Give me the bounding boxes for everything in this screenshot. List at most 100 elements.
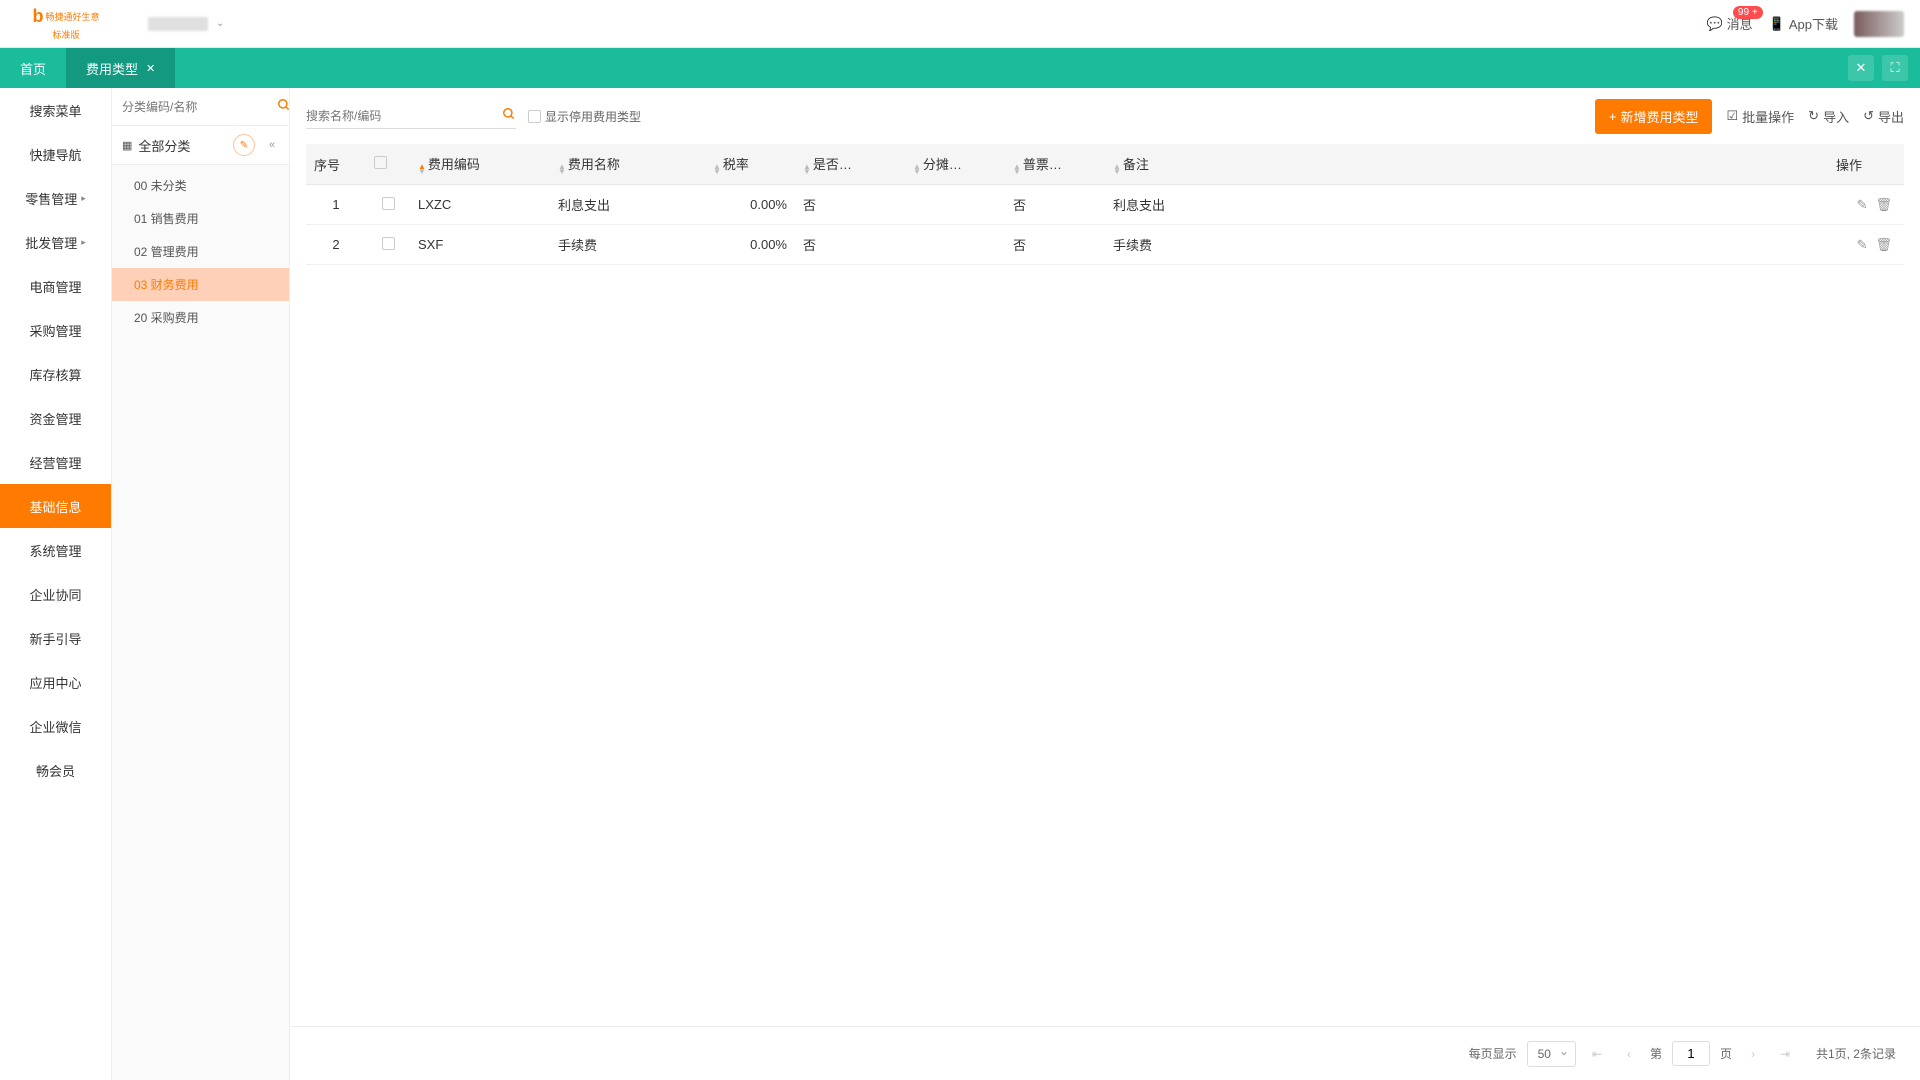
cell-checkbox[interactable] [366,185,410,225]
app-download-button[interactable]: 📱 App下载 [1769,14,1838,33]
search-icon[interactable] [277,98,291,115]
expense-table: 序号 ▲▼费用编码 ▲▼费用名称 ▲▼税率 ▲▼是否… ▲▼分摊… ▲▼普票… … [306,144,1904,265]
checkbox-icon [382,237,395,250]
th-remark[interactable]: ▲▼备注 [1105,144,1794,185]
th-rate[interactable]: ▲▼税率 [705,144,795,185]
nav-item[interactable]: 电商管理 [0,264,111,308]
tab-bar: 首页 费用类型 ✕ ✕ ⛶ [0,48,1920,88]
collapse-panel-button[interactable]: « [265,134,279,156]
nav-item[interactable]: 基础信息 [0,484,111,528]
nav-item[interactable]: 采购管理 [0,308,111,352]
chat-icon: 💬 [1706,16,1722,32]
cell-rate: 0.00% [705,185,795,225]
search-input[interactable] [306,109,502,123]
th-name[interactable]: ▲▼费用名称 [550,144,705,185]
th-seq[interactable]: 序号 [306,144,366,185]
cell-code: SXF [410,225,550,265]
page-suffix: 页 [1720,1045,1732,1062]
th-bool-label: 是否… [813,157,852,172]
import-button[interactable]: ↻ 导入 [1808,107,1849,126]
category-item[interactable]: 00 未分类 [112,169,289,202]
nav-item-label: 电商管理 [29,277,81,296]
cell-remark: 手续费 [1105,225,1794,265]
chevron-down-icon: ⌄ [216,18,224,29]
all-categories-label[interactable]: 全部分类 [138,136,190,155]
nav-item[interactable]: 快捷导航 [0,132,111,176]
prev-page-button[interactable]: ‹ [1618,1043,1640,1065]
nav-item[interactable]: 应用中心 [0,660,111,704]
th-rate-label: 税率 [723,157,749,172]
trash-icon: 🗑 [1875,237,1892,252]
nav-item[interactable]: 资金管理 [0,396,111,440]
tab-close-icon[interactable]: ✕ [146,62,155,75]
cell-ops: ✎🗑 [1794,225,1904,265]
checkbox-icon [528,110,541,123]
cell-checkbox[interactable] [366,225,410,265]
messages-button[interactable]: 💬 消息 99 + [1706,14,1752,33]
nav-item[interactable]: 库存核算 [0,352,111,396]
last-page-button[interactable]: ⇥ [1774,1043,1796,1065]
delete-row-button[interactable]: 🗑 [1875,237,1892,252]
edit-row-button[interactable]: ✎ [1857,197,1868,212]
company-selector[interactable]: ⌄ [136,11,236,37]
nav-item-label: 快捷导航 [29,145,81,164]
sort-icon: ▲▼ [713,164,721,174]
fullscreen-icon: ⛶ [1890,60,1899,76]
show-disabled-checkbox[interactable]: 显示停用费用类型 [528,108,641,125]
first-page-button[interactable]: ⇤ [1586,1043,1608,1065]
nav-item-label: 企业协同 [29,585,81,604]
nav-item[interactable]: 畅会员 [0,748,111,792]
page-input[interactable] [1672,1041,1710,1066]
delete-row-button[interactable]: 🗑 [1875,197,1892,212]
th-pupiao[interactable]: ▲▼普票… [1005,144,1105,185]
category-item[interactable]: 03 财务费用 [112,268,289,301]
tab-expense-type-label: 费用类型 [86,59,138,78]
next-page-button[interactable]: › [1742,1043,1764,1065]
nav-item[interactable]: 新手引导 [0,616,111,660]
batch-operation-button[interactable]: ☑ 批量操作 [1726,107,1794,126]
edit-row-button[interactable]: ✎ [1857,237,1868,252]
category-search-input[interactable] [122,100,277,114]
category-item[interactable]: 01 销售费用 [112,202,289,235]
next-icon: › [1751,1047,1755,1061]
per-page-select[interactable]: 50 [1527,1041,1576,1067]
nav-item[interactable]: 批发管理▸ [0,220,111,264]
top-header: b 畅捷通好生意 标准版 ⌄ 💬 消息 99 + 📱 App下载 [0,0,1920,48]
nav-item[interactable]: 企业微信 [0,704,111,748]
nav-item[interactable]: 企业协同 [0,572,111,616]
th-bool[interactable]: ▲▼是否… [795,144,905,185]
nav-item[interactable]: 系统管理 [0,528,111,572]
th-name-label: 费用名称 [568,157,620,172]
close-tabs-button[interactable]: ✕ [1848,55,1874,81]
category-item[interactable]: 20 采购费用 [112,301,289,334]
search-icon[interactable] [502,107,516,124]
user-avatar[interactable] [1854,11,1904,37]
cell-remark: 利息支出 [1105,185,1794,225]
sort-icon: ▲▼ [1013,164,1021,174]
nav-item[interactable]: 零售管理▸ [0,176,111,220]
caret-right-icon: ▸ [81,193,86,204]
th-fentan[interactable]: ▲▼分摊… [905,144,1005,185]
cell-bool: 否 [795,225,905,265]
nav-item[interactable]: 经营管理 [0,440,111,484]
nav-item-label: 应用中心 [29,673,81,692]
nav-item-label: 系统管理 [29,541,81,560]
category-item[interactable]: 02 管理费用 [112,235,289,268]
th-checkbox[interactable] [366,144,410,185]
logo-sub-text: 标准版 [52,28,79,41]
table-header-row: 序号 ▲▼费用编码 ▲▼费用名称 ▲▼税率 ▲▼是否… ▲▼分摊… ▲▼普票… … [306,144,1904,185]
export-button[interactable]: ↺ 导出 [1863,107,1904,126]
messages-badge: 99 + [1733,6,1763,19]
pagination: 每页显示 50 ⇤ ‹ 第 页 › ⇥ 共1页, 2条记录 [290,1026,1920,1080]
nav-item-label: 资金管理 [29,409,81,428]
edit-category-button[interactable]: ✎ [233,134,255,156]
left-nav: 搜索菜单快捷导航零售管理▸批发管理▸ 电商管理采购管理库存核算资金管理经营管理基础… [0,88,112,1080]
th-code[interactable]: ▲▼费用编码 [410,144,550,185]
add-expense-type-button[interactable]: + 新增费用类型 [1595,99,1713,134]
th-seq-label: 序号 [314,158,340,173]
edit-icon: ✎ [240,140,248,151]
tab-home[interactable]: 首页 [0,48,66,88]
tab-expense-type[interactable]: 费用类型 ✕ [66,48,175,88]
nav-item[interactable]: 搜索菜单 [0,88,111,132]
fullscreen-button[interactable]: ⛶ [1882,55,1908,81]
